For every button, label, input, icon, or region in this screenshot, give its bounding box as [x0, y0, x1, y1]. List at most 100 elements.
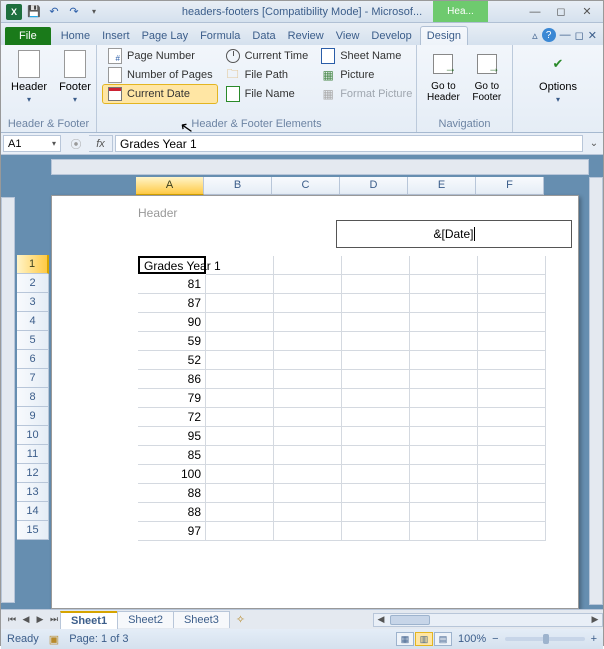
cell[interactable] [410, 408, 478, 427]
row-header[interactable]: 1 [17, 255, 49, 274]
cell[interactable]: 72 [138, 408, 206, 427]
col-header-d[interactable]: D [340, 177, 408, 195]
cell[interactable] [478, 313, 546, 332]
cell[interactable]: 95 [138, 427, 206, 446]
tab-developer[interactable]: Develop [365, 27, 417, 45]
sheet-tab-2[interactable]: Sheet2 [117, 611, 174, 628]
cell[interactable] [410, 256, 478, 275]
cell[interactable]: 81 [138, 275, 206, 294]
undo-icon[interactable]: ↶ [45, 3, 63, 21]
col-header-b[interactable]: B [204, 177, 272, 195]
row-header[interactable]: 9 [17, 407, 49, 426]
save-icon[interactable]: 💾 [25, 3, 43, 21]
page-number-button[interactable]: # Page Number [103, 47, 217, 65]
cell[interactable] [478, 332, 546, 351]
zoom-level[interactable]: 100% [458, 633, 486, 645]
formula-input[interactable]: Grades Year 1 [115, 135, 583, 152]
cell[interactable] [274, 408, 342, 427]
cell[interactable] [342, 484, 410, 503]
scroll-thumb[interactable] [390, 615, 430, 625]
cell[interactable] [206, 465, 274, 484]
row-header[interactable]: 2 [17, 274, 49, 293]
cell[interactable]: Grades Year 1 [138, 256, 206, 274]
view-page-break-icon[interactable]: ▤ [434, 632, 452, 646]
cell[interactable] [274, 256, 342, 275]
cell[interactable] [274, 351, 342, 370]
cell[interactable] [274, 275, 342, 294]
picture-button[interactable]: ▦ Picture [316, 66, 416, 84]
cell[interactable] [478, 389, 546, 408]
row-header[interactable]: 3 [17, 293, 49, 312]
cell[interactable] [410, 294, 478, 313]
cell[interactable] [274, 522, 342, 541]
sheet-first-icon[interactable]: ⏮ [5, 614, 19, 625]
view-normal-icon[interactable]: ▦ [396, 632, 414, 646]
vertical-scrollbar[interactable] [589, 177, 603, 605]
cell-grid[interactable]: Grades Year 1818790595286797295851008888… [138, 256, 546, 541]
cell[interactable] [410, 351, 478, 370]
new-sheet-icon[interactable]: ✧ [236, 613, 245, 626]
cell[interactable] [274, 389, 342, 408]
col-header-f[interactable]: F [476, 177, 544, 195]
cell[interactable] [342, 294, 410, 313]
row-header[interactable]: 10 [17, 426, 49, 445]
cell[interactable] [410, 427, 478, 446]
cell[interactable] [274, 294, 342, 313]
cell[interactable] [342, 351, 410, 370]
cell[interactable] [410, 275, 478, 294]
cell[interactable] [342, 408, 410, 427]
cell[interactable]: 79 [138, 389, 206, 408]
macro-record-icon[interactable]: ▣ [49, 633, 59, 646]
col-header-e[interactable]: E [408, 177, 476, 195]
cell[interactable]: 86 [138, 370, 206, 389]
cell[interactable] [274, 446, 342, 465]
zoom-out-icon[interactable]: − [492, 633, 498, 645]
cell[interactable] [342, 275, 410, 294]
cell[interactable] [342, 370, 410, 389]
cell[interactable] [478, 484, 546, 503]
row-header[interactable]: 4 [17, 312, 49, 331]
doc-close-icon[interactable]: ✕ [588, 29, 597, 42]
help-icon[interactable]: ? [542, 28, 556, 42]
cell[interactable] [478, 294, 546, 313]
cell[interactable] [206, 484, 274, 503]
cell[interactable] [274, 484, 342, 503]
row-header[interactable]: 6 [17, 350, 49, 369]
cell[interactable] [478, 351, 546, 370]
footer-button[interactable]: Footer ▾ [55, 47, 95, 106]
tab-view[interactable]: View [330, 27, 366, 45]
row-header[interactable]: 13 [17, 483, 49, 502]
cell[interactable] [206, 446, 274, 465]
sheet-prev-icon[interactable]: ◀ [19, 614, 33, 625]
redo-icon[interactable]: ↷ [65, 3, 83, 21]
cell[interactable] [206, 427, 274, 446]
cell[interactable] [342, 446, 410, 465]
cell[interactable] [410, 522, 478, 541]
qat-dropdown-icon[interactable]: ▾ [85, 3, 103, 21]
cell[interactable] [342, 503, 410, 522]
cell[interactable]: 52 [138, 351, 206, 370]
file-path-button[interactable]: 🗀 File Path [221, 66, 313, 84]
row-header[interactable]: 7 [17, 369, 49, 388]
row-header[interactable]: 15 [17, 521, 49, 540]
row-header[interactable]: 8 [17, 388, 49, 407]
row-header[interactable]: 14 [17, 502, 49, 521]
cell[interactable] [410, 370, 478, 389]
cell[interactable] [478, 408, 546, 427]
cell[interactable] [410, 503, 478, 522]
tab-review[interactable]: Review [282, 27, 330, 45]
fx-button[interactable]: fx [89, 135, 113, 152]
cell[interactable] [342, 389, 410, 408]
tab-page-layout[interactable]: Page Lay [136, 27, 194, 45]
cell[interactable]: 88 [138, 503, 206, 522]
tab-insert[interactable]: Insert [96, 27, 136, 45]
cell[interactable]: 87 [138, 294, 206, 313]
cell[interactable]: 88 [138, 484, 206, 503]
cell[interactable] [274, 332, 342, 351]
cell[interactable] [342, 427, 410, 446]
cell[interactable] [478, 427, 546, 446]
excel-icon[interactable]: X [5, 3, 23, 21]
cell[interactable] [478, 522, 546, 541]
header-button[interactable]: Header ▾ [7, 47, 51, 106]
sheet-last-icon[interactable]: ⏭ [47, 614, 61, 625]
